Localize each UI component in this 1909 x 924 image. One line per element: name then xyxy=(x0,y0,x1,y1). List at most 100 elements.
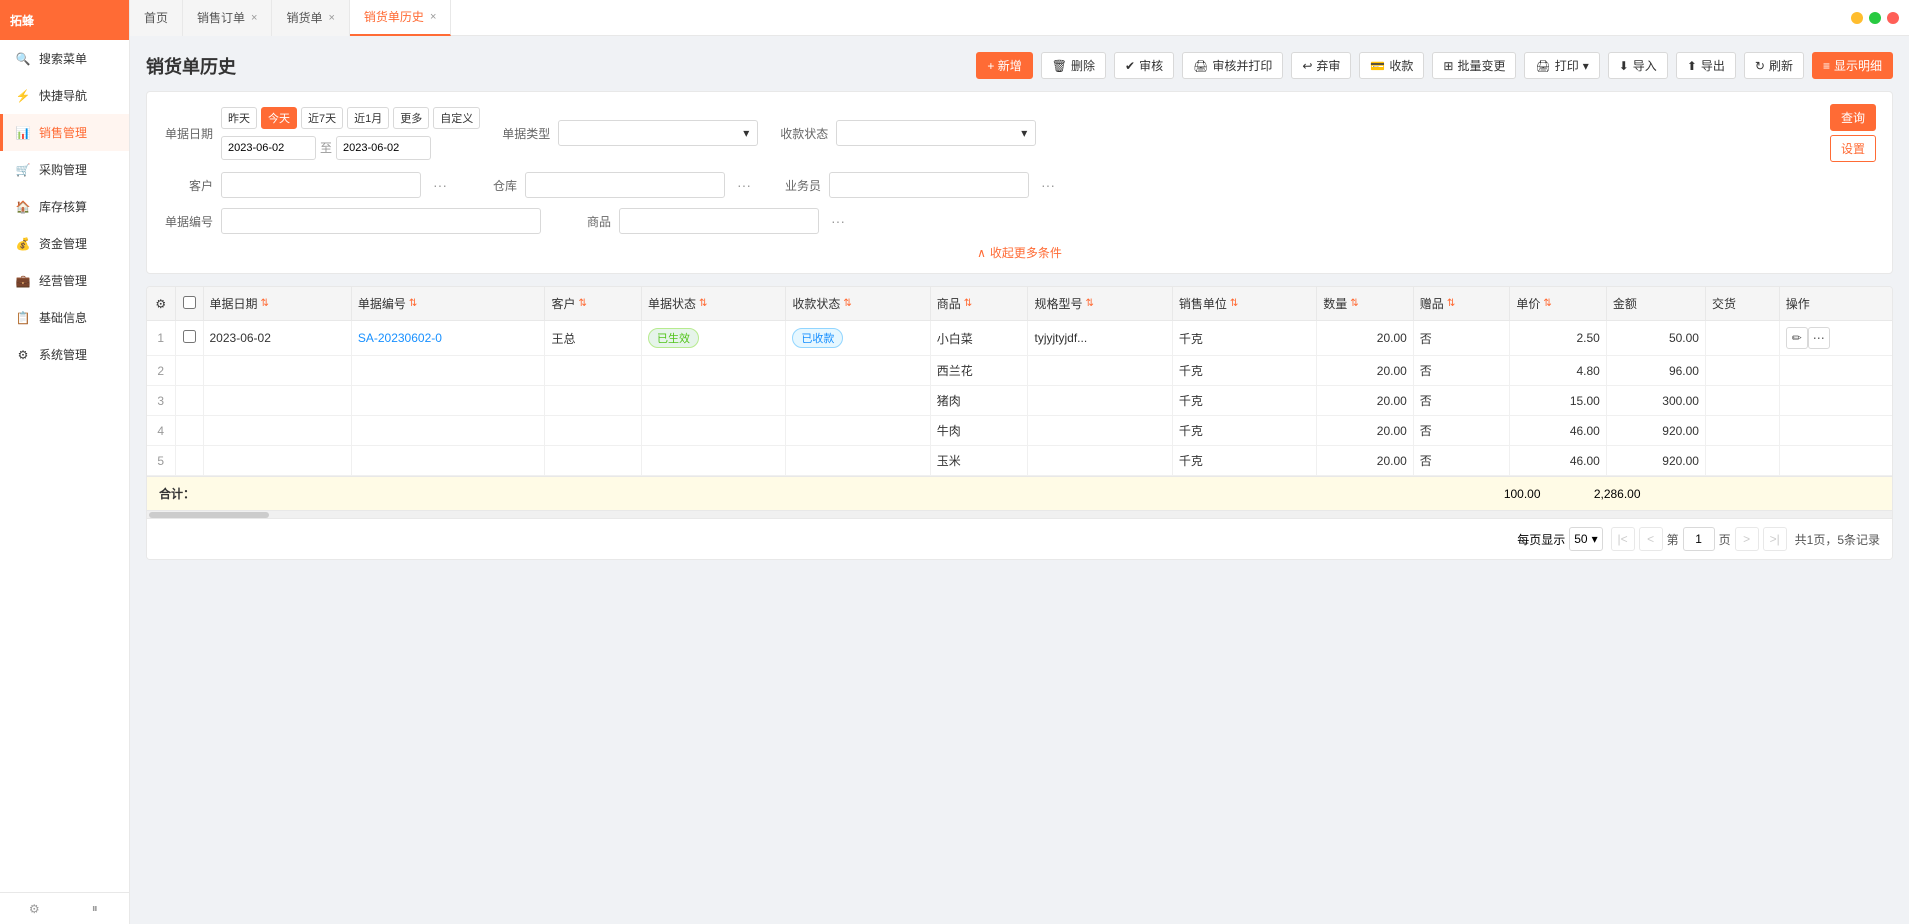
sidebar-item-search-menu[interactable]: 🔍 搜索菜单 xyxy=(0,40,129,77)
sidebar-item-finance-mgmt[interactable]: 💰 资金管理 xyxy=(0,225,129,262)
col-price[interactable]: 单价⇅ xyxy=(1510,287,1607,321)
date-btn-more[interactable]: 更多 xyxy=(393,107,429,129)
staff-dots-btn[interactable]: ··· xyxy=(1041,177,1055,193)
cell-ops xyxy=(1779,416,1892,446)
tab-sales-delivery-close[interactable]: × xyxy=(328,12,334,24)
date-from-input[interactable] xyxy=(221,136,316,160)
collapse-btn[interactable]: ∧ 收起更多条件 xyxy=(163,244,1876,261)
cell-gift: 否 xyxy=(1413,416,1510,446)
col-spec[interactable]: 规格型号⇅ xyxy=(1028,287,1172,321)
filter-date: 单据日期 昨天 今天 近7天 近1月 更多 自定义 xyxy=(163,107,480,160)
import-button[interactable]: ⬇ 导入 xyxy=(1608,52,1668,79)
staff-label: 业务员 xyxy=(771,177,821,194)
customer-input[interactable] xyxy=(221,172,421,198)
date-btn-today[interactable]: 今天 xyxy=(261,107,297,129)
doc-no-input[interactable] xyxy=(221,208,541,234)
sidebar-item-basic-info[interactable]: 📋 基础信息 xyxy=(0,299,129,336)
tab-sales-history[interactable]: 销货单历史 × xyxy=(350,0,451,36)
footer-label: 合计： xyxy=(159,485,209,502)
sidebar-item-operations-mgmt[interactable]: 💼 经营管理 xyxy=(0,262,129,299)
date-btn-1month[interactable]: 近1月 xyxy=(347,107,389,129)
print-button[interactable]: 🖨 打印 ▾ xyxy=(1524,52,1599,79)
new-button[interactable]: + 新增 xyxy=(976,52,1032,79)
tab-sales-order[interactable]: 销售订单 × xyxy=(183,0,272,36)
warehouse-dots-btn[interactable]: ··· xyxy=(737,177,751,193)
col-doc-no[interactable]: 单据编号⇅ xyxy=(351,287,545,321)
approve-button[interactable]: ✔ 审核 xyxy=(1114,52,1174,79)
cell-rownum: 5 xyxy=(147,446,175,476)
cell-goods: 猪肉 xyxy=(930,386,1028,416)
settings-filter-button[interactable]: 设置 xyxy=(1830,135,1876,162)
page-number-input[interactable] xyxy=(1683,527,1715,551)
first-page-button[interactable]: |< xyxy=(1611,527,1635,551)
abandon-button[interactable]: ↩ 弃审 xyxy=(1291,52,1351,79)
col-unit[interactable]: 销售单位⇅ xyxy=(1172,287,1316,321)
prev-page-button[interactable]: < xyxy=(1639,527,1663,551)
customer-dots-btn[interactable]: ··· xyxy=(433,177,447,193)
date-btn-custom[interactable]: 自定义 xyxy=(433,107,480,129)
sidebar-item-system-mgmt[interactable]: ⚙ 系统管理 xyxy=(0,336,129,373)
goods-dots-btn[interactable]: ··· xyxy=(831,213,845,229)
cell-spec xyxy=(1028,356,1172,386)
op-edit-button[interactable]: ✏ xyxy=(1786,327,1808,349)
collect-status-select[interactable]: ▾ xyxy=(836,120,1036,146)
delete-button[interactable]: 🗑 删除 xyxy=(1041,52,1106,79)
approve-print-button[interactable]: 🖨 审核并打印 xyxy=(1182,52,1283,79)
col-date[interactable]: 单据日期⇅ xyxy=(203,287,351,321)
cell-price: 46.00 xyxy=(1510,416,1607,446)
col-customer[interactable]: 客户⇅ xyxy=(545,287,642,321)
page-size-label: 每页显示 xyxy=(1517,531,1565,548)
doc-no-label: 单据编号 xyxy=(163,213,213,230)
sidebar-item-label: 基础信息 xyxy=(39,309,87,326)
show-detail-button[interactable]: ≡ 显示明细 xyxy=(1812,52,1893,79)
doc-type-select[interactable]: ▾ xyxy=(558,120,758,146)
batch-change-button[interactable]: ⊞ 批量变更 xyxy=(1432,52,1516,79)
select-all-checkbox[interactable] xyxy=(183,296,196,309)
minimize-button[interactable] xyxy=(1851,12,1863,24)
table-footer: 合计： 100.00 2,286.00 xyxy=(147,476,1892,510)
col-settings[interactable]: ⚙ xyxy=(147,287,175,321)
sidebar-item-inventory[interactable]: 🏠 库存核算 xyxy=(0,188,129,225)
scroll-thumb[interactable] xyxy=(149,512,269,518)
col-collect-status[interactable]: 收款状态⇅ xyxy=(786,287,930,321)
close-button[interactable] xyxy=(1887,12,1899,24)
collect-button[interactable]: 💳 收款 xyxy=(1359,52,1424,79)
cell-collect-status: 已收款 xyxy=(786,321,930,356)
last-page-button[interactable]: >| xyxy=(1763,527,1787,551)
page-size-dropdown[interactable]: 50 ▾ xyxy=(1569,527,1602,551)
tab-sales-order-close[interactable]: × xyxy=(251,12,257,24)
sidebar-item-quick-nav[interactable]: ⚡ 快捷导航 xyxy=(0,77,129,114)
table-row: 3 猪肉 千克 20.00 否 15.00 300.00 xyxy=(147,386,1892,416)
date-btn-yesterday[interactable]: 昨天 xyxy=(221,107,257,129)
sidebar-item-sales-mgmt[interactable]: 📊 销售管理 xyxy=(0,114,129,151)
date-to-input[interactable] xyxy=(336,136,431,160)
settings-bottom-icon[interactable]: ⚙ xyxy=(8,901,61,916)
sort-docno-icon: ⇅ xyxy=(409,298,417,309)
tab-home[interactable]: 首页 xyxy=(130,0,183,36)
footer-qty-total: 100.00 xyxy=(209,487,1541,501)
tab-sales-history-close[interactable]: × xyxy=(430,11,436,23)
col-goods[interactable]: 商品⇅ xyxy=(930,287,1028,321)
tab-sales-delivery[interactable]: 销货单 × xyxy=(272,0,349,36)
col-trade: 交货 xyxy=(1705,287,1779,321)
sidebar-item-label: 搜索菜单 xyxy=(39,50,87,67)
staff-input[interactable] xyxy=(829,172,1029,198)
pause-bottom-icon[interactable]: ⏸ xyxy=(69,901,122,916)
next-page-button[interactable]: > xyxy=(1735,527,1759,551)
refresh-button[interactable]: ↻ 刷新 xyxy=(1744,52,1804,79)
warehouse-input[interactable] xyxy=(525,172,725,198)
export-button[interactable]: ⬆ 导出 xyxy=(1676,52,1736,79)
footer-cells: 100.00 2,286.00 xyxy=(209,487,1880,501)
maximize-button[interactable] xyxy=(1869,12,1881,24)
col-qty[interactable]: 数量⇅ xyxy=(1317,287,1414,321)
goods-input[interactable] xyxy=(619,208,819,234)
op-more-button[interactable]: ⋯ xyxy=(1808,327,1830,349)
col-gift[interactable]: 赠品⇅ xyxy=(1413,287,1510,321)
sidebar-item-purchase-mgmt[interactable]: 🛒 采购管理 xyxy=(0,151,129,188)
date-btn-7days[interactable]: 近7天 xyxy=(301,107,343,129)
horizontal-scrollbar[interactable] xyxy=(147,510,1892,518)
row-checkbox[interactable] xyxy=(183,330,196,343)
col-amount: 金额 xyxy=(1606,287,1705,321)
query-button[interactable]: 查询 xyxy=(1830,104,1876,131)
col-doc-status[interactable]: 单据状态⇅ xyxy=(641,287,785,321)
